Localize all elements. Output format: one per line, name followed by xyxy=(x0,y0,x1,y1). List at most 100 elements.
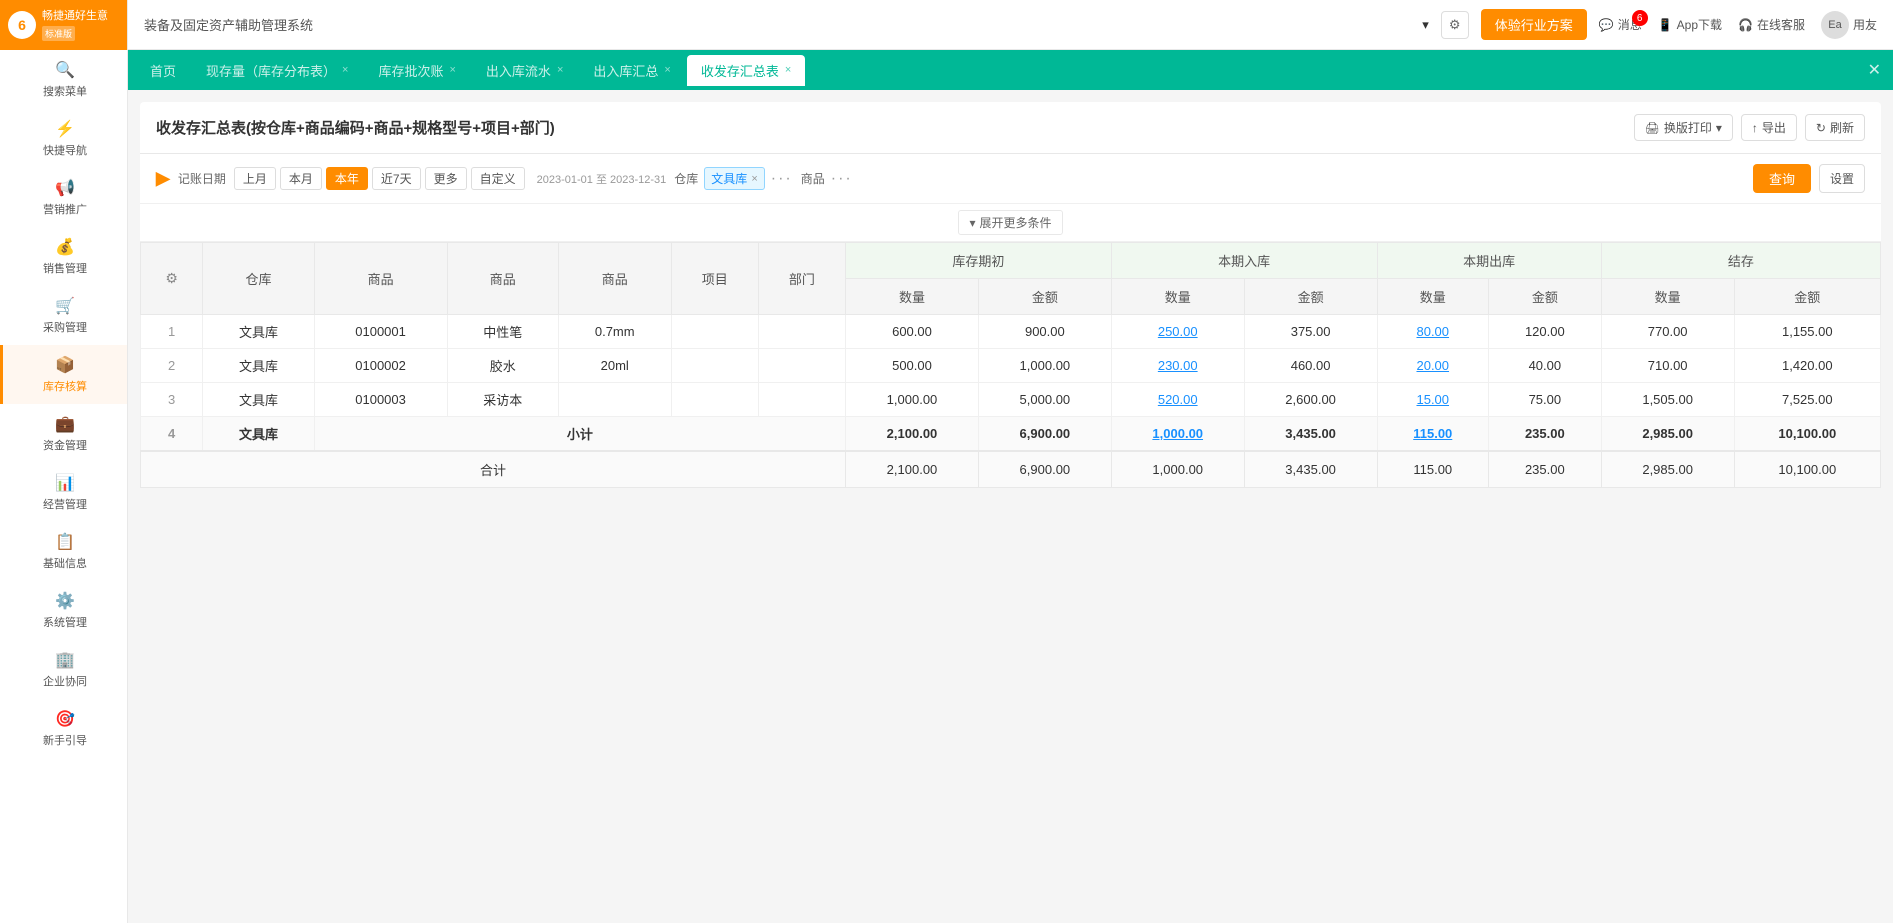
out-qty-link[interactable]: 80.00 xyxy=(1416,324,1449,339)
app-download-button[interactable]: 📱 App下载 xyxy=(1658,16,1722,33)
row-goods-spec: 0.7mm xyxy=(558,315,671,349)
row-close-qty: 710.00 xyxy=(1601,349,1734,383)
row-open-qty: 600.00 xyxy=(846,315,979,349)
expand-conditions-button[interactable]: ▾ 展开更多条件 xyxy=(958,210,1062,235)
expand-label: 展开更多条件 xyxy=(980,214,1052,231)
date-btn-this-month[interactable]: 本月 xyxy=(280,167,322,190)
user-menu[interactable]: Ea 用友 xyxy=(1821,11,1877,39)
page-header: 收发存汇总表(按仓库+商品编码+商品+规格型号+项目+部门) 🖨 换版打印 ▾ … xyxy=(140,102,1881,154)
warehouse-tag[interactable]: 文具库 × xyxy=(704,167,764,190)
tab-in-out-flow[interactable]: 出入库流水 × xyxy=(472,55,577,86)
tab-home[interactable]: 首页 xyxy=(136,55,190,86)
out-qty-link[interactable]: 15.00 xyxy=(1416,392,1449,407)
data-table: ⚙ 仓库 商品 商品 商品 项目 部门 库存期初 本期入库 本期出库 结存 xyxy=(140,242,1881,488)
warehouse-more-dots[interactable]: ··· xyxy=(771,170,793,188)
date-btn-7-days[interactable]: 近7天 xyxy=(372,167,421,190)
col-dept-header: 部门 xyxy=(758,243,845,315)
row-in-qty: 520.00 xyxy=(1111,383,1244,417)
row-dept xyxy=(758,349,845,383)
system-icon: ⚙️ xyxy=(55,591,75,611)
sidebar-item-label: 销售管理 xyxy=(43,260,87,276)
goods-more-dots[interactable]: ··· xyxy=(831,170,853,188)
subtotal-warehouse: 文具库 xyxy=(203,417,314,452)
date-btn-this-year[interactable]: 本年 xyxy=(326,167,368,190)
export-button[interactable]: ↑ 导出 xyxy=(1741,114,1797,141)
tabbar-close-icon[interactable]: ✕ xyxy=(1864,56,1885,84)
warehouse-filter: 仓库 文具库 × ··· xyxy=(674,167,792,190)
date-btn-custom[interactable]: 自定义 xyxy=(471,167,525,190)
tab-inventory-dist[interactable]: 现存量（库存分布表） × xyxy=(192,55,362,86)
open-qty-header: 数量 xyxy=(846,279,979,315)
query-button[interactable]: 查询 xyxy=(1753,164,1811,193)
tab-close-icon[interactable]: × xyxy=(342,64,348,76)
online-service-button[interactable]: 🎧 在线客服 xyxy=(1738,16,1805,33)
column-settings-button[interactable]: 设置 xyxy=(1819,164,1865,193)
print-label: 换版打印 xyxy=(1664,119,1712,136)
print-icon: 🖨 xyxy=(1645,121,1660,135)
user-label: 用友 xyxy=(1853,16,1877,33)
tab-close-icon[interactable]: × xyxy=(664,64,670,76)
sidebar-item-label: 新手引导 xyxy=(43,732,87,748)
table-row: 1 文具库 0100001 中性笔 0.7mm 600.00 900.00 25… xyxy=(141,315,1881,349)
sidebar-item-purchase[interactable]: 🛒 采购管理 xyxy=(0,286,127,345)
in-qty-link[interactable]: 250.00 xyxy=(1158,324,1198,339)
warehouse-tag-close-icon[interactable]: × xyxy=(751,173,757,185)
sidebar-item-quick-nav[interactable]: ⚡ 快捷导航 xyxy=(0,109,127,168)
out-qty-link[interactable]: 20.00 xyxy=(1416,358,1449,373)
in-qty-link[interactable]: 520.00 xyxy=(1158,392,1198,407)
sidebar-item-marketing[interactable]: 📢 营销推广 xyxy=(0,168,127,227)
tab-in-out-summary[interactable]: 出入库汇总 × xyxy=(579,55,684,86)
row-out-amt: 40.00 xyxy=(1488,349,1601,383)
row-warehouse: 文具库 xyxy=(203,315,314,349)
main-content: 装备及固定资产辅助管理系统 ▾ ⚙ 体验行业方案 💬 消息 6 📱 App下载 … xyxy=(128,0,1893,923)
message-button[interactable]: 💬 消息 6 xyxy=(1599,16,1642,33)
export-label: 导出 xyxy=(1762,119,1786,136)
row-goods-code: 0100001 xyxy=(314,315,447,349)
total-close-qty: 2,985.00 xyxy=(1601,451,1734,488)
close-qty-header: 数量 xyxy=(1601,279,1734,315)
table-settings-icon[interactable]: ⚙ xyxy=(165,270,178,286)
sidebar-item-newbie[interactable]: 🎯 新手引导 xyxy=(0,699,127,758)
tab-home-label: 首页 xyxy=(150,61,176,80)
system-dropdown[interactable]: ▾ xyxy=(1422,17,1429,33)
tab-batch-account[interactable]: 库存批次账 × xyxy=(364,55,469,86)
sidebar-item-finance[interactable]: 💼 资金管理 xyxy=(0,404,127,463)
date-buttons: 上月 本月 本年 近7天 更多 自定义 xyxy=(234,167,525,190)
sidebar-item-enterprise[interactable]: 🏢 企业协同 xyxy=(0,640,127,699)
sidebar-item-sales[interactable]: 💰 销售管理 xyxy=(0,227,127,286)
sidebar-item-search[interactable]: 🔍 搜索菜单 xyxy=(0,50,127,109)
print-button[interactable]: 🖨 换版打印 ▾ xyxy=(1634,114,1733,141)
sidebar-item-label: 资金管理 xyxy=(43,437,87,453)
print-dropdown-icon: ▾ xyxy=(1716,121,1722,135)
tab-close-icon[interactable]: × xyxy=(557,64,563,76)
row-goods-spec xyxy=(558,383,671,417)
row-goods-name: 中性笔 xyxy=(447,315,558,349)
in-qty-link[interactable]: 230.00 xyxy=(1158,358,1198,373)
sidebar-item-label: 采购管理 xyxy=(43,319,87,335)
tab-receive-send-summary[interactable]: 收发存汇总表 × xyxy=(687,55,805,86)
date-btn-more[interactable]: 更多 xyxy=(425,167,467,190)
settings-button[interactable]: ⚙ xyxy=(1441,11,1469,39)
logo-tag: 标准版 xyxy=(42,26,75,41)
row-dept xyxy=(758,383,845,417)
tab-close-icon[interactable]: × xyxy=(785,64,791,76)
row-no: 1 xyxy=(141,315,203,349)
tab-close-icon[interactable]: × xyxy=(449,64,455,76)
sidebar-item-base-info[interactable]: 📋 基础信息 xyxy=(0,522,127,581)
trial-button[interactable]: 体验行业方案 xyxy=(1481,9,1587,40)
filter-toggle-icon[interactable]: ▶ xyxy=(156,168,170,189)
subtotal-open-amt: 6,900.00 xyxy=(978,417,1111,452)
out-amt-header: 金额 xyxy=(1488,279,1601,315)
subtotal-in-qty-link[interactable]: 1,000.00 xyxy=(1152,426,1203,441)
col-warehouse-header: 仓库 xyxy=(203,243,314,315)
date-btn-last-month[interactable]: 上月 xyxy=(234,167,276,190)
refresh-button[interactable]: ↻ 刷新 xyxy=(1805,114,1865,141)
col-goods-spec-header: 商品 xyxy=(558,243,671,315)
sidebar-item-system[interactable]: ⚙️ 系统管理 xyxy=(0,581,127,640)
sidebar-item-operations[interactable]: 📊 经营管理 xyxy=(0,463,127,522)
expand-icon: ▾ xyxy=(969,216,975,230)
col-in-header: 本期入库 xyxy=(1111,243,1377,279)
sidebar-item-inventory[interactable]: 📦 库存核算 xyxy=(0,345,127,404)
total-in-amt: 3,435.00 xyxy=(1244,451,1377,488)
subtotal-out-qty-link[interactable]: 115.00 xyxy=(1413,426,1452,441)
